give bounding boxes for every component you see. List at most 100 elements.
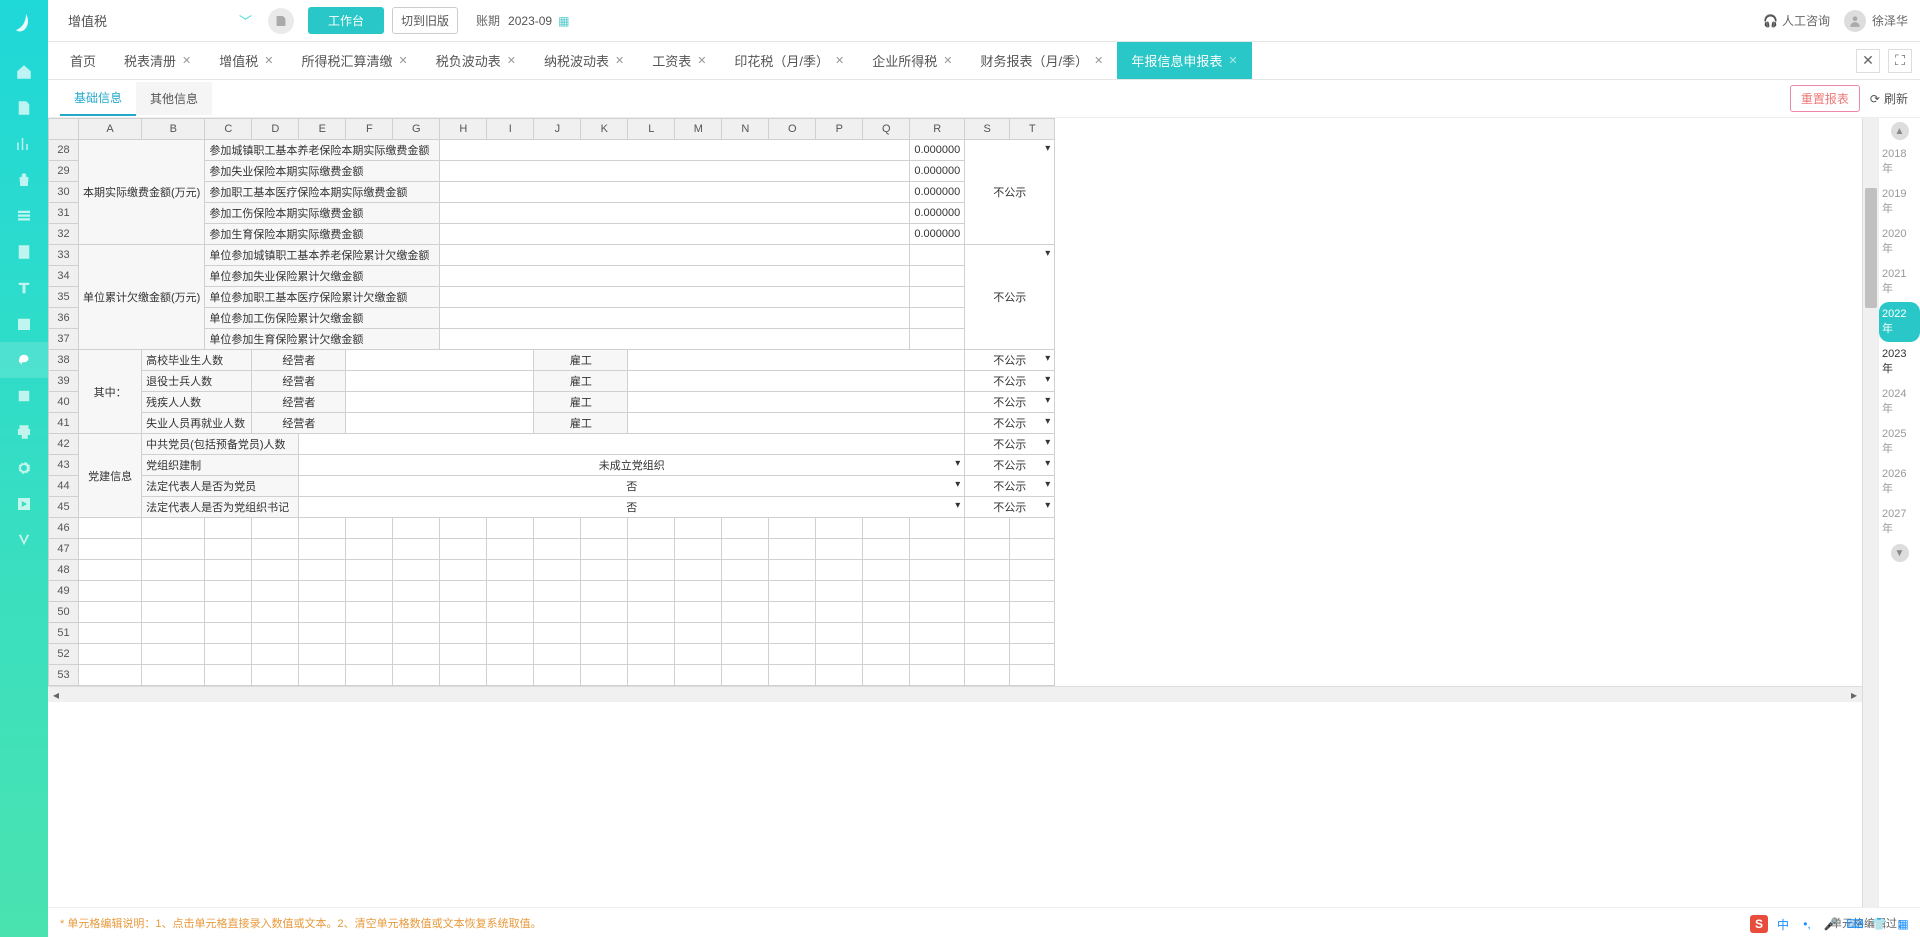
tab-expand-button[interactable]: ⛶ (1888, 49, 1912, 73)
year-item[interactable]: 2020年 (1879, 222, 1920, 262)
close-icon[interactable]: ✕ (1094, 54, 1103, 67)
col-header[interactable]: S (965, 119, 1010, 140)
col-header[interactable]: G (393, 119, 440, 140)
empty-cell[interactable] (299, 623, 346, 644)
empty-cell[interactable] (722, 518, 769, 539)
consult-link[interactable]: 🎧 人工咨询 (1763, 12, 1830, 29)
close-icon[interactable]: ✕ (399, 54, 408, 67)
empty-cell[interactable] (393, 644, 440, 665)
tab-item[interactable]: 所得税汇算清缴✕ (287, 42, 421, 80)
empty-cell[interactable] (299, 581, 346, 602)
module-dropdown[interactable]: 增值税 ﹀ (60, 7, 260, 34)
close-icon[interactable]: ✕ (182, 54, 191, 67)
empty-cell[interactable] (910, 518, 965, 539)
empty-cell[interactable] (205, 581, 252, 602)
nav-return-icon[interactable] (0, 378, 48, 414)
col-header[interactable]: J (534, 119, 581, 140)
input-cell[interactable] (346, 371, 534, 392)
empty-cell[interactable] (628, 644, 675, 665)
empty-cell[interactable] (205, 539, 252, 560)
value-cell[interactable] (910, 329, 965, 350)
empty-cell[interactable] (299, 518, 346, 539)
col-header[interactable]: L (628, 119, 675, 140)
empty-cell[interactable] (769, 581, 816, 602)
empty-cell[interactable] (79, 539, 142, 560)
empty-cell[interactable] (816, 623, 863, 644)
row-header[interactable]: 39 (49, 371, 79, 392)
empty-cell[interactable] (910, 539, 965, 560)
year-item[interactable]: 2024年 (1879, 382, 1920, 422)
empty-cell[interactable] (142, 560, 205, 581)
ime-punct-icon[interactable]: •, (1798, 915, 1816, 933)
nav-print-icon[interactable] (0, 414, 48, 450)
year-item[interactable]: 2021年 (1879, 262, 1920, 302)
value-cell[interactable]: 0.000000 (910, 224, 965, 245)
disclosure-dropdown[interactable]: 不公示▾ (965, 245, 1055, 350)
empty-cell[interactable] (675, 539, 722, 560)
empty-cell[interactable] (252, 560, 299, 581)
empty-cell[interactable] (534, 602, 581, 623)
row-header[interactable]: 44 (49, 476, 79, 497)
year-item[interactable]: 2019年 (1879, 182, 1920, 222)
disclosure-dropdown[interactable]: 不公示▾ (965, 392, 1055, 413)
subtab-basic[interactable]: 基础信息 (60, 81, 136, 116)
empty-cell[interactable] (440, 644, 487, 665)
close-icon[interactable]: ✕ (615, 54, 624, 67)
input-cell[interactable] (346, 392, 534, 413)
empty-cell[interactable] (628, 581, 675, 602)
year-item[interactable]: 2023年 (1879, 342, 1920, 382)
empty-cell[interactable] (252, 539, 299, 560)
nav-play-icon[interactable] (0, 486, 48, 522)
horizontal-scrollbar[interactable]: ◂ ▸ (48, 686, 1862, 702)
empty-cell[interactable] (1010, 623, 1055, 644)
input-cell[interactable] (628, 413, 965, 434)
input-cell[interactable] (440, 203, 910, 224)
wide-dropdown[interactable]: 否▾ (299, 476, 965, 497)
col-header[interactable]: D (252, 119, 299, 140)
empty-cell[interactable] (965, 581, 1010, 602)
empty-cell[interactable] (863, 539, 910, 560)
input-cell[interactable] (440, 140, 910, 161)
empty-cell[interactable] (965, 623, 1010, 644)
empty-cell[interactable] (487, 665, 534, 686)
empty-cell[interactable] (487, 560, 534, 581)
empty-cell[interactable] (581, 644, 628, 665)
empty-cell[interactable] (1010, 560, 1055, 581)
col-header[interactable]: I (487, 119, 534, 140)
round-button[interactable] (268, 8, 294, 34)
empty-cell[interactable] (722, 560, 769, 581)
empty-cell[interactable] (769, 602, 816, 623)
row-header[interactable]: 45 (49, 497, 79, 518)
value-cell[interactable] (910, 245, 965, 266)
ime-lang-icon[interactable]: 中 (1774, 915, 1792, 933)
disclosure-dropdown[interactable]: 不公示▾ (965, 140, 1055, 245)
empty-cell[interactable] (863, 581, 910, 602)
empty-cell[interactable] (142, 644, 205, 665)
close-icon[interactable]: ✕ (835, 54, 844, 67)
ime-mic-icon[interactable]: 🎤 (1822, 915, 1840, 933)
tab-item[interactable]: 年报信息申报表✕ (1117, 42, 1251, 80)
nav-text-icon[interactable] (0, 270, 48, 306)
col-header[interactable]: Q (863, 119, 910, 140)
tab-item[interactable]: 首页 (56, 42, 110, 80)
input-cell[interactable] (440, 182, 910, 203)
calendar-icon[interactable]: ▦ (558, 14, 569, 28)
empty-cell[interactable] (628, 665, 675, 686)
scroll-left-icon[interactable]: ◂ (48, 688, 64, 702)
col-header[interactable]: M (675, 119, 722, 140)
input-cell[interactable] (346, 350, 534, 371)
empty-cell[interactable] (205, 560, 252, 581)
year-item[interactable]: 2025年 (1879, 422, 1920, 462)
empty-cell[interactable] (675, 602, 722, 623)
value-cell[interactable]: 0.000000 (910, 203, 965, 224)
value-cell[interactable] (910, 308, 965, 329)
empty-cell[interactable] (142, 539, 205, 560)
subtab-other[interactable]: 其他信息 (136, 82, 212, 115)
empty-cell[interactable] (299, 644, 346, 665)
empty-cell[interactable] (1010, 665, 1055, 686)
input-cell[interactable] (628, 350, 965, 371)
row-header[interactable]: 48 (49, 560, 79, 581)
empty-cell[interactable] (534, 665, 581, 686)
empty-cell[interactable] (816, 602, 863, 623)
value-cell[interactable]: 0.000000 (910, 140, 965, 161)
